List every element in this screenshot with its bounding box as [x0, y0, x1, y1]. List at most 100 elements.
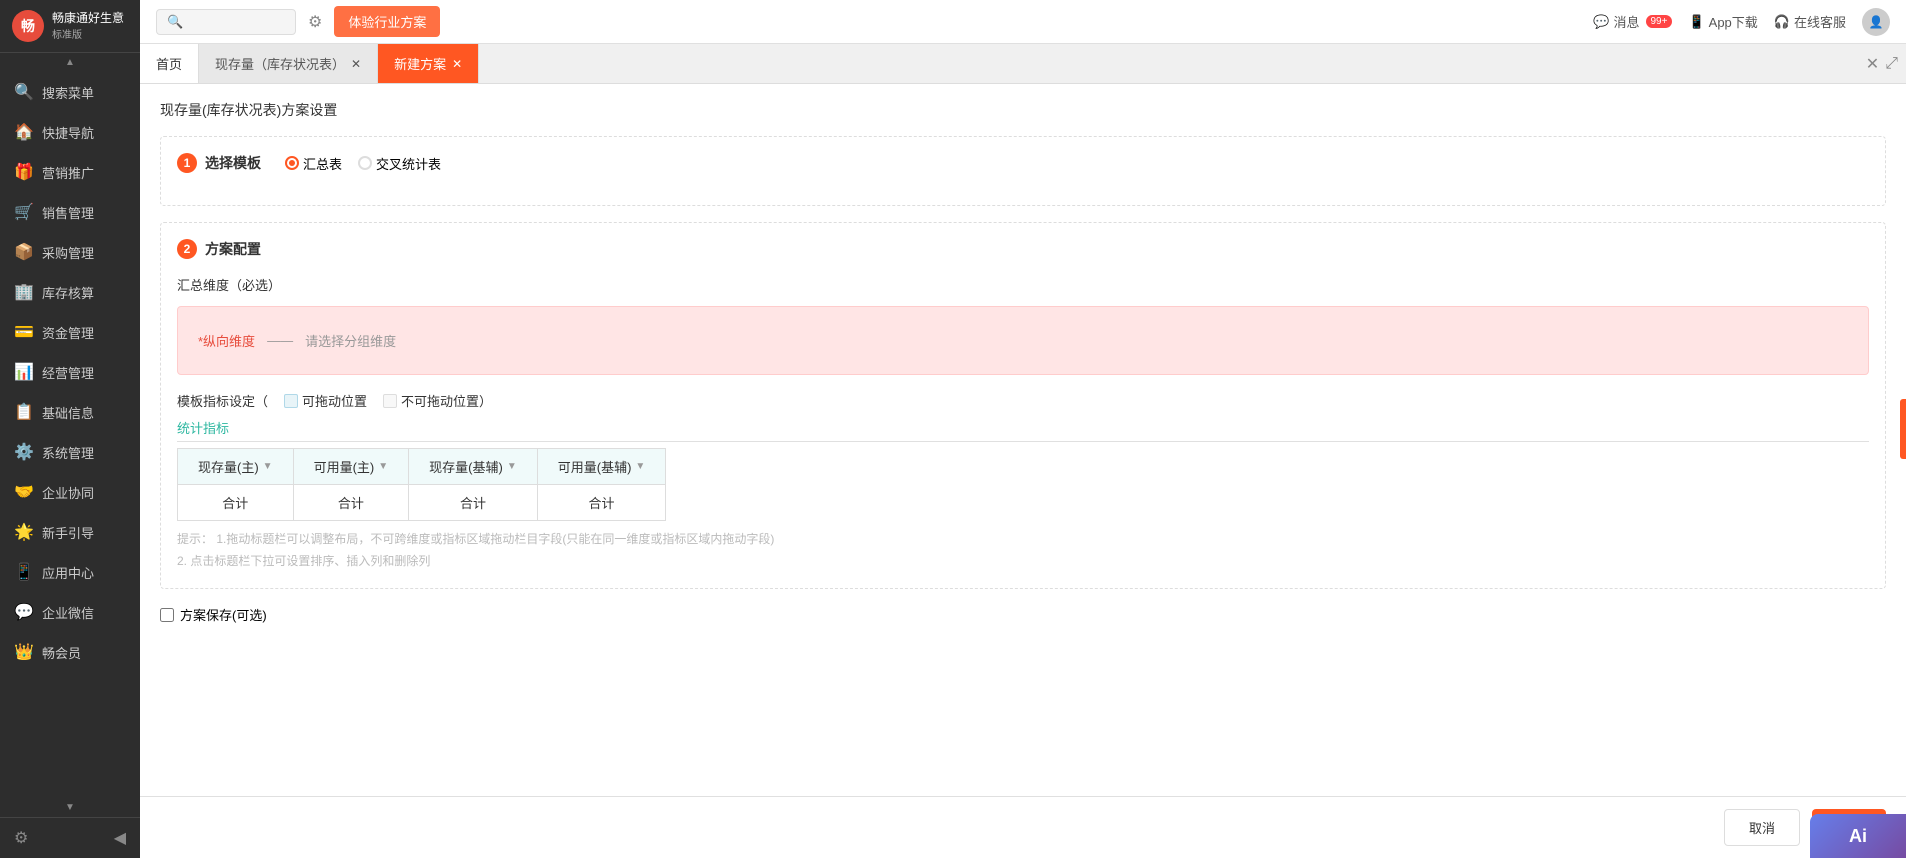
- dimension-area[interactable]: *纵向维度 —— 请选择分组维度: [177, 306, 1869, 375]
- legend-non-draggable-box: [383, 394, 397, 408]
- col-arrow-2: ▼: [507, 461, 517, 472]
- tab-home[interactable]: 首页: [140, 44, 199, 83]
- operations-icon: 📊: [14, 362, 34, 382]
- messages-group[interactable]: 💬 消息 99+: [1593, 12, 1672, 31]
- dimension-required-label: *纵向维度: [198, 331, 255, 350]
- members-icon: 👑: [14, 642, 34, 662]
- online-service-label: 在线客服: [1794, 12, 1846, 31]
- radio-summary[interactable]: 汇总表: [285, 154, 342, 173]
- radio-summary-dot: [289, 160, 295, 166]
- wechat-icon: 💬: [14, 602, 34, 622]
- tip-1: 提示： 1.拖动标题栏可以调整布局，不可跨维度或指标区域拖动栏目字段(只能在同一…: [177, 529, 1869, 551]
- messages-badge: 99+: [1646, 15, 1673, 28]
- col-header-2[interactable]: 现存量(基辅) ▼: [409, 449, 538, 485]
- step1-title: 选择模板: [205, 153, 261, 173]
- save-checkbox[interactable]: [160, 608, 174, 622]
- sidebar-item-sales[interactable]: 🛒 销售管理: [0, 192, 140, 232]
- sidebar-footer: ⚙ ◀: [0, 817, 140, 858]
- sales-icon: 🛒: [14, 202, 34, 222]
- summary-label: 汇总维度（必选）: [177, 275, 1869, 294]
- dimension-dash: ——: [267, 333, 293, 348]
- sidebar-item-label: 企业协同: [42, 483, 94, 502]
- col-arrow-3: ▼: [635, 461, 645, 472]
- save-label: 方案保存(可选): [180, 605, 267, 624]
- gear-icon[interactable]: ⚙: [308, 12, 322, 32]
- sidebar-logo: 畅 畅康通好生意 标准版: [0, 0, 140, 53]
- footer-bar: 取消 查询: [140, 796, 1906, 858]
- collapse-icon[interactable]: ◀: [114, 828, 126, 848]
- col-header-1[interactable]: 可用量(主) ▼: [293, 449, 409, 485]
- radio-summary-label: 汇总表: [303, 154, 342, 173]
- online-service-group[interactable]: 🎧 在线客服: [1774, 12, 1846, 31]
- sidebar-item-label: 基础信息: [42, 403, 94, 422]
- col-header-0[interactable]: 现存量(主) ▼: [178, 449, 294, 485]
- page-title: 现存量(库存状况表)方案设置: [160, 100, 1886, 120]
- sidebar-scroll-down[interactable]: ▼: [0, 798, 140, 817]
- search-icon: 🔍: [167, 14, 183, 30]
- finance-icon: 💳: [14, 322, 34, 342]
- col-arrow-1: ▼: [378, 461, 388, 472]
- sidebar-item-label: 畅会员: [42, 643, 81, 662]
- template-radio-group: 汇总表 交叉统计表: [285, 154, 441, 173]
- dimension-placeholder: 请选择分组维度: [305, 331, 396, 350]
- tab-inventory-close[interactable]: ✕: [351, 57, 361, 71]
- col-footer-1: 合计: [293, 485, 409, 521]
- inventory-icon: 🏢: [14, 282, 34, 302]
- logo-icon: 畅: [12, 10, 44, 42]
- col-header-3[interactable]: 可用量(基辅) ▼: [537, 449, 666, 485]
- enterprise-icon: 🤝: [14, 482, 34, 502]
- sidebar-item-wechat[interactable]: 💬 企业微信: [0, 592, 140, 632]
- sidebar-item-search-menu[interactable]: 🔍 搜索菜单: [0, 72, 140, 112]
- col-footer-3: 合计: [537, 485, 666, 521]
- sidebar-item-enterprise[interactable]: 🤝 企业协同: [0, 472, 140, 512]
- logo-text: 畅康通好生意 标准版: [52, 11, 124, 42]
- radio-cross[interactable]: 交叉统计表: [358, 154, 441, 173]
- sidebar-item-label: 销售管理: [42, 203, 94, 222]
- step1-header: 1 选择模板 汇总表 交叉统计表: [177, 153, 1869, 173]
- industry-plan-button[interactable]: 体验行业方案: [334, 6, 440, 37]
- tab-inventory-status[interactable]: 现存量（库存状况表） ✕: [199, 44, 378, 83]
- marketing-icon: 🎁: [14, 162, 34, 182]
- tab-expand-icon[interactable]: ⤢: [1885, 55, 1898, 73]
- sidebar: 畅 畅康通好生意 标准版 ▲ 🔍 搜索菜单 🏠 快捷导航 🎁 营销推广 🛒 销售…: [0, 0, 140, 858]
- topbar-search-box[interactable]: 🔍: [156, 9, 296, 35]
- tab-bar: 首页 现存量（库存状况表） ✕ 新建方案 ✕ ✕ ⤢: [140, 44, 1906, 84]
- sidebar-item-quick-nav[interactable]: 🏠 快捷导航: [0, 112, 140, 152]
- legend-draggable-box: [284, 394, 298, 408]
- sidebar-item-label: 营销推广: [42, 163, 94, 182]
- sidebar-item-marketing[interactable]: 🎁 营销推广: [0, 152, 140, 192]
- radio-summary-circle: [285, 156, 299, 170]
- sidebar-item-purchase[interactable]: 📦 采购管理: [0, 232, 140, 272]
- tab-new-scheme[interactable]: 新建方案 ✕: [378, 44, 479, 83]
- sidebar-item-newcomer[interactable]: 🌟 新手引导: [0, 512, 140, 552]
- sidebar-item-label: 新手引导: [42, 523, 94, 542]
- messages-label: 消息: [1613, 12, 1639, 31]
- sidebar-item-finance[interactable]: 💳 资金管理: [0, 312, 140, 352]
- sidebar-scroll-up[interactable]: ▲: [0, 53, 140, 72]
- sidebar-item-label: 快捷导航: [42, 123, 94, 142]
- cancel-button[interactable]: 取消: [1724, 809, 1800, 846]
- app-download-group[interactable]: 📱 App下载: [1688, 12, 1757, 31]
- topbar-right: 💬 消息 99+ 📱 App下载 🎧 在线客服 👤: [1593, 8, 1890, 36]
- sidebar-item-operations[interactable]: 📊 经营管理: [0, 352, 140, 392]
- sidebar-item-members[interactable]: 👑 畅会员: [0, 632, 140, 672]
- ai-label: Ai: [1849, 826, 1867, 847]
- sidebar-item-inventory[interactable]: 🏢 库存核算: [0, 272, 140, 312]
- search-input[interactable]: [189, 14, 279, 29]
- tab-new-scheme-label: 新建方案: [394, 54, 446, 73]
- sidebar-item-label: 搜索菜单: [42, 83, 94, 102]
- ai-float-button[interactable]: Ai: [1810, 814, 1906, 858]
- col-arrow-0: ▼: [263, 461, 273, 472]
- search-menu-icon: 🔍: [14, 82, 34, 102]
- sidebar-item-basic-info[interactable]: 📋 基础信息: [0, 392, 140, 432]
- user-avatar[interactable]: 👤: [1862, 8, 1890, 36]
- settings-icon[interactable]: ⚙: [14, 828, 28, 848]
- app-center-icon: 📱: [14, 562, 34, 582]
- system-icon: ⚙️: [14, 442, 34, 462]
- col-footer-2: 合计: [409, 485, 538, 521]
- tab-new-scheme-close[interactable]: ✕: [452, 57, 462, 71]
- sidebar-item-app-center[interactable]: 📱 应用中心: [0, 552, 140, 592]
- sidebar-item-system[interactable]: ⚙️ 系统管理: [0, 432, 140, 472]
- radio-cross-label: 交叉统计表: [376, 154, 441, 173]
- tab-close-icon[interactable]: ✕: [1866, 54, 1879, 74]
